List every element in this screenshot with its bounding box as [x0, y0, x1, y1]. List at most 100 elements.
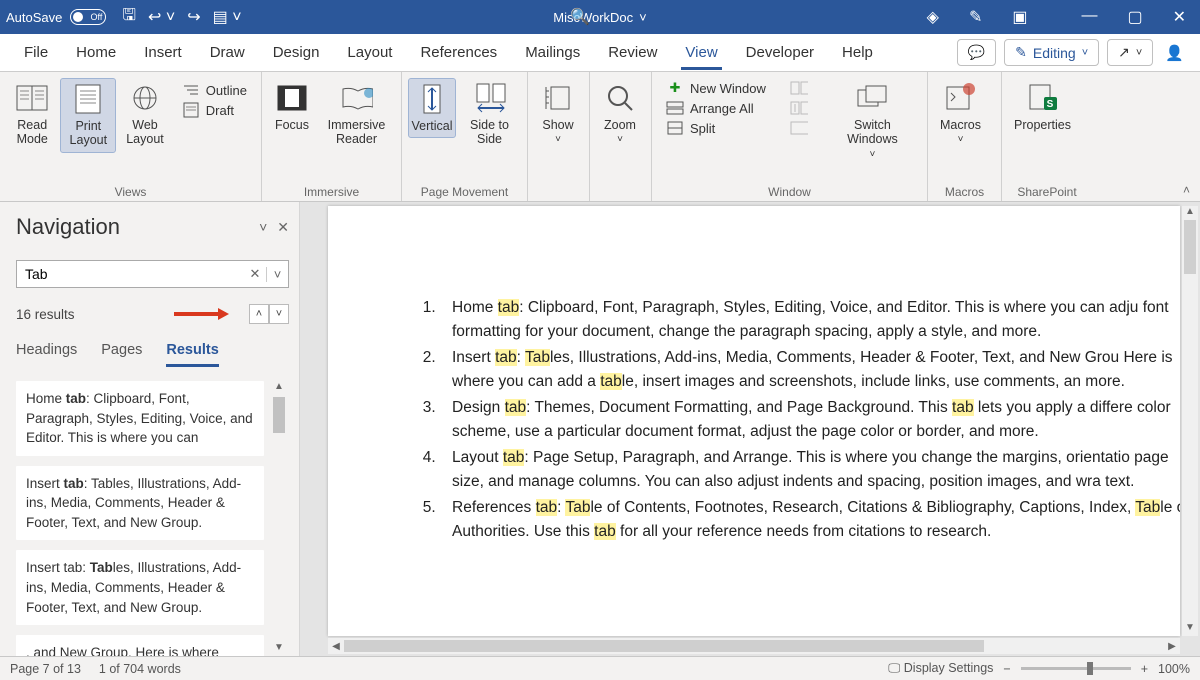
title-bar: AutoSave Off 🖫 ↩ ˅ ↪ ▤ ˅ MiscWorkDoc˅ 🔍 …	[0, 0, 1200, 34]
nav-options-button[interactable]: ˅	[259, 219, 267, 235]
nav-search-clear[interactable]: ✕	[244, 266, 266, 282]
horizontal-scrollbar[interactable]: ◀▶	[328, 638, 1180, 654]
zoom-level[interactable]: 100%	[1158, 662, 1190, 676]
autosave-group: AutoSave Off	[6, 9, 106, 25]
nav-title: Navigation	[16, 214, 249, 240]
nav-search-options[interactable]: ˅	[266, 267, 288, 282]
result-card[interactable]: Insert tab: Tables, Illustrations, Add-i…	[16, 550, 264, 625]
web-layout-button[interactable]: Web Layout	[118, 78, 172, 151]
redo-icon[interactable]: ↪	[187, 7, 200, 27]
tab-developer[interactable]: Developer	[732, 36, 828, 69]
zoom-slider[interactable]	[1021, 667, 1131, 670]
nav-close-button[interactable]: ✕	[277, 219, 289, 236]
nav-tab-headings[interactable]: Headings	[16, 342, 77, 367]
save-icon[interactable]: 🖫	[122, 4, 136, 31]
show-button[interactable]: Show˅	[534, 78, 582, 150]
comment-icon: 💬	[968, 44, 985, 61]
properties-button[interactable]: SProperties	[1008, 78, 1077, 136]
doc-list-item[interactable]: References tab: Table of Contents, Footn…	[440, 496, 1180, 544]
diamond-icon[interactable]: ◈	[927, 7, 939, 27]
tell-me-search[interactable]: 🔍	[570, 0, 590, 34]
tab-review[interactable]: Review	[594, 36, 671, 69]
prev-result-button[interactable]: ˄	[249, 304, 269, 324]
share-button[interactable]: ↗˅	[1107, 39, 1153, 66]
tab-view[interactable]: View	[671, 36, 731, 69]
zoom-out-button[interactable]: −	[1003, 662, 1010, 676]
switch-windows-button[interactable]: Switch Windows˅	[824, 78, 921, 164]
tab-layout[interactable]: Layout	[333, 36, 406, 69]
new-window-button[interactable]: ✚New Window	[662, 78, 770, 98]
close-button[interactable]: ✕	[1173, 7, 1186, 27]
maximize-button[interactable]: ▢	[1127, 7, 1142, 27]
immersive-reader-button[interactable]: Immersive Reader	[318, 78, 395, 151]
doc-list-item[interactable]: Design tab: Themes, Document Formatting,…	[440, 396, 1180, 444]
minimize-button[interactable]: —	[1081, 7, 1097, 27]
doc-list-item[interactable]: Home tab: Clipboard, Font, Paragraph, St…	[440, 296, 1180, 344]
group-page-movement: Vertical Side to Side Page Movement	[402, 72, 528, 201]
nav-result-count: 16 results	[16, 307, 75, 322]
account-icon[interactable]: 👤	[1159, 40, 1190, 66]
result-card[interactable]: Insert tab: Tables, Illustrations, Add-i…	[16, 466, 264, 541]
tab-insert[interactable]: Insert	[130, 36, 196, 69]
word-count[interactable]: 1 of 704 words	[99, 662, 181, 676]
nav-result-count-row: 16 results ˄ ˅	[16, 304, 289, 324]
result-card[interactable]: , and New Group. Here is where	[16, 635, 264, 656]
nav-search-box[interactable]: ✕ ˅	[16, 260, 289, 288]
document-page[interactable]: Home tab: Clipboard, Font, Paragraph, St…	[328, 206, 1180, 636]
nav-tabs: Headings Pages Results	[16, 342, 289, 367]
tab-file[interactable]: File	[10, 36, 62, 69]
next-result-button[interactable]: ˅	[269, 304, 289, 324]
sync-scroll-button[interactable]	[786, 98, 812, 118]
svg-text:S: S	[1047, 99, 1054, 110]
nav-tab-pages[interactable]: Pages	[101, 342, 142, 367]
nav-scrollbar[interactable]: ▲▼	[271, 381, 287, 656]
wand-icon[interactable]: ✎	[969, 7, 982, 27]
split-button[interactable]: Split	[662, 118, 770, 138]
group-window: ✚New Window Arrange All Split Switch Win…	[652, 72, 928, 201]
comments-button[interactable]: 💬	[957, 39, 996, 66]
doc-list-item[interactable]: Insert tab: Tables, Illustrations, Add-i…	[440, 346, 1180, 394]
result-card[interactable]: Home tab: Clipboard, Font, Paragraph, St…	[16, 381, 264, 456]
undo-icon[interactable]: ↩ ˅	[148, 7, 175, 27]
tab-draw[interactable]: Draw	[196, 36, 259, 69]
window-display-icon[interactable]: ▣	[1012, 7, 1027, 27]
search-icon: 🔍	[570, 7, 590, 27]
print-layout-button[interactable]: Print Layout	[60, 78, 116, 153]
editing-mode-button[interactable]: ✎ Editing ˅	[1004, 39, 1099, 66]
zoom-in-button[interactable]: +	[1141, 662, 1148, 676]
navigation-pane: Navigation ˅ ✕ ✕ ˅ 16 results ˄ ˅ Headin…	[0, 202, 300, 656]
tab-references[interactable]: References	[406, 36, 511, 69]
focus-button[interactable]: Focus	[268, 78, 316, 136]
zoom-button[interactable]: Zoom˅	[596, 78, 644, 150]
vertical-scrollbar[interactable]: ▲▼	[1182, 206, 1198, 636]
title-right-controls: ◈ ✎ ▣ — ▢ ✕	[927, 7, 1194, 27]
display-settings-button[interactable]: 🖵 Display Settings	[888, 661, 993, 676]
share-icon: ↗	[1118, 44, 1130, 61]
group-sharepoint: SProperties SharePoint	[1002, 72, 1092, 201]
nav-tab-results[interactable]: Results	[166, 342, 218, 367]
autosave-label: AutoSave	[6, 10, 62, 25]
draft-button[interactable]: Draft	[178, 100, 251, 120]
nav-search-input[interactable]	[17, 266, 244, 282]
doc-list-item[interactable]: Layout tab: Page Setup, Paragraph, and A…	[440, 446, 1180, 494]
outline-button[interactable]: Outline	[178, 80, 251, 100]
macros-button[interactable]: Macros˅	[934, 78, 987, 150]
tab-help[interactable]: Help	[828, 36, 887, 69]
read-mode-button[interactable]: Read Mode	[6, 78, 58, 151]
document-title[interactable]: MiscWorkDoc˅	[553, 10, 647, 25]
vertical-button[interactable]: Vertical	[408, 78, 456, 138]
group-immersive: Focus Immersive Reader Immersive	[262, 72, 402, 201]
side-to-side-button[interactable]: Side to Side	[458, 78, 521, 151]
view-side-by-side-button[interactable]	[786, 78, 812, 98]
page-indicator[interactable]: Page 7 of 13	[10, 662, 81, 676]
reset-window-button[interactable]	[786, 118, 812, 138]
qat-customize-icon[interactable]: ▤ ˅	[213, 7, 242, 27]
tab-design[interactable]: Design	[259, 36, 334, 69]
arrange-all-button[interactable]: Arrange All	[662, 98, 770, 118]
ribbon-tab-strip: FileHomeInsertDrawDesignLayoutReferences…	[0, 34, 1200, 72]
collapse-ribbon-button[interactable]: ˄	[1183, 183, 1190, 197]
chevron-down-icon: ˅	[639, 10, 647, 25]
tab-mailings[interactable]: Mailings	[511, 36, 594, 69]
autosave-toggle[interactable]: Off	[70, 9, 106, 25]
tab-home[interactable]: Home	[62, 36, 130, 69]
